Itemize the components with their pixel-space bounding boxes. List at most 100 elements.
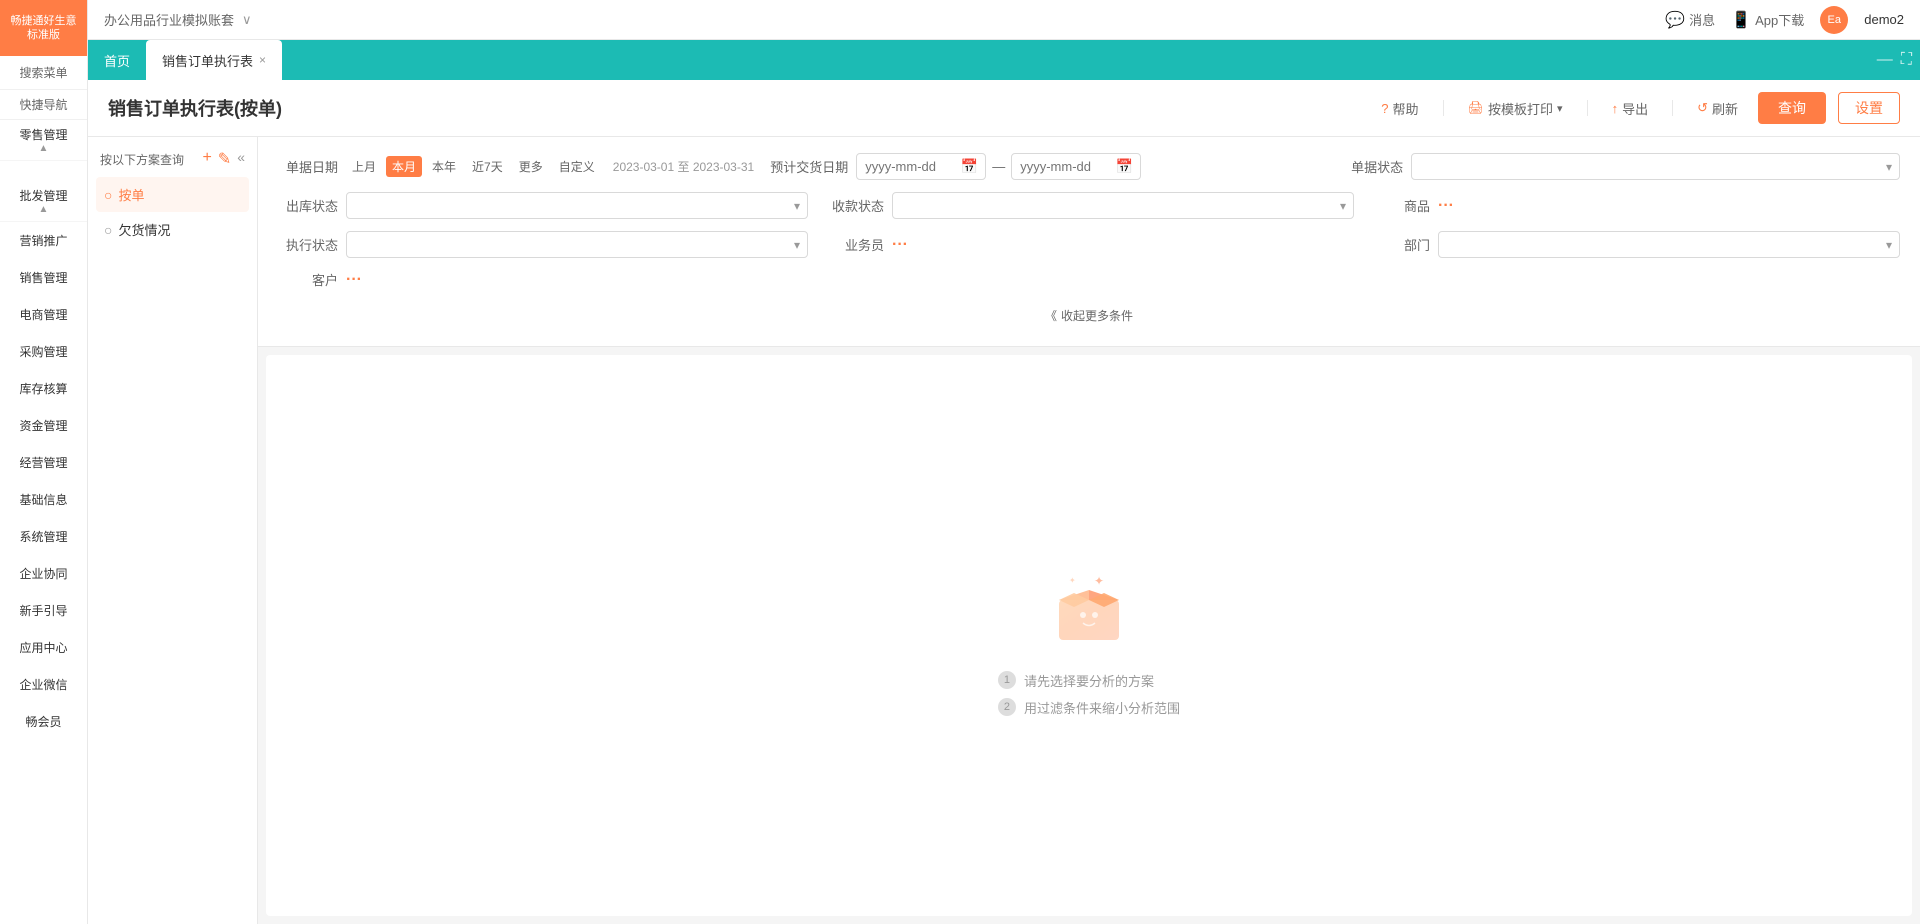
date-filter-label: 单据日期 bbox=[278, 157, 338, 176]
by-order-icon: ○ bbox=[104, 187, 112, 203]
sidebar-item-member-label: 畅会员 bbox=[25, 713, 61, 730]
sidebar-item-newbie-label: 新手引导 bbox=[19, 602, 67, 619]
sidebar-item-finance[interactable]: 资金管理 bbox=[0, 407, 87, 444]
expected-date-label: 预计交货日期 bbox=[770, 157, 848, 176]
sidebar-item-enterprise[interactable]: 企业协同 bbox=[0, 555, 87, 592]
print-button[interactable]: 🖨 按模板打印 ▾ bbox=[1460, 95, 1571, 122]
customer-field: 客户 ··· bbox=[278, 270, 1900, 289]
add-plan-icon[interactable]: + bbox=[202, 149, 211, 169]
expected-date-end-wrap: 📅 bbox=[1011, 153, 1141, 180]
refresh-button[interactable]: ↺ 刷新 bbox=[1689, 95, 1746, 122]
sidebar-item-wechat[interactable]: 企业微信 bbox=[0, 666, 87, 703]
expected-date-end[interactable] bbox=[1011, 153, 1141, 180]
tip-num-2: 2 bbox=[998, 698, 1016, 716]
sidebar-item-wholesale-label: 批发管理 bbox=[19, 187, 67, 204]
left-panel-header: 按以下方案查询 + ✎ « bbox=[96, 149, 249, 169]
export-icon: ↑ bbox=[1612, 101, 1619, 116]
empty-tip-2-text: 用过滤条件来缩小分析范围 bbox=[1024, 698, 1180, 717]
by-order-label: 按单 bbox=[118, 185, 144, 204]
collapse-arrow-icon: 《 bbox=[1045, 307, 1057, 324]
payment-label: 收款状态 bbox=[824, 196, 884, 215]
sidebar-item-appstore-label: 应用中心 bbox=[19, 639, 67, 656]
last-month-btn[interactable]: 上月 bbox=[346, 156, 382, 177]
sidebar-item-appstore[interactable]: 应用中心 bbox=[0, 629, 87, 666]
tab-minimize-icon[interactable]: — bbox=[1877, 51, 1893, 69]
sidebar-item-wechat-label: 企业微信 bbox=[19, 676, 67, 693]
menu-item-shortage[interactable]: ○ 欠货情况 bbox=[96, 212, 249, 247]
collapse-more-btn[interactable]: 《 收起更多条件 bbox=[278, 301, 1900, 330]
execution-select[interactable] bbox=[346, 231, 808, 258]
sidebar-item-member[interactable]: 畅会员 bbox=[0, 703, 87, 740]
help-button[interactable]: ? 帮助 bbox=[1373, 95, 1426, 122]
tab-close-icon[interactable]: × bbox=[259, 53, 266, 67]
department-select[interactable] bbox=[1438, 231, 1900, 258]
sidebar-item-finance-label: 资金管理 bbox=[19, 417, 67, 434]
outbound-select[interactable] bbox=[346, 192, 808, 219]
export-label: 导出 bbox=[1622, 99, 1648, 118]
sidebar-item-basic[interactable]: 基础信息 bbox=[0, 481, 87, 518]
breadcrumb-arrow[interactable]: ∨ bbox=[242, 12, 252, 28]
salesperson-more-icon[interactable]: ··· bbox=[892, 236, 908, 254]
left-panel-title: 按以下方案查询 bbox=[100, 151, 184, 168]
filter-row-4: 客户 ··· bbox=[278, 270, 1900, 289]
empty-area: ✦ ✦ 1 请先选择要分析的方案 2 bbox=[266, 355, 1912, 916]
sidebar-item-wholesale[interactable]: 批发管理 ▲ bbox=[0, 181, 87, 222]
sidebar-item-enterprise-label: 企业协同 bbox=[19, 565, 67, 582]
message-label: 消息 bbox=[1689, 10, 1715, 29]
sidebar-item-system-label: 系统管理 bbox=[19, 528, 67, 545]
user-name[interactable]: demo2 bbox=[1864, 12, 1904, 27]
menu-item-by-order[interactable]: ○ 按单 bbox=[96, 177, 249, 212]
payment-select[interactable] bbox=[892, 192, 1354, 219]
top-header: 办公用品行业模拟账套 ∨ 💬 消息 📱 App下载 Ea demo2 bbox=[88, 0, 1920, 40]
expected-date-start[interactable] bbox=[856, 153, 986, 180]
tab-sales-order[interactable]: 销售订单执行表 × bbox=[146, 40, 282, 80]
app-download-action[interactable]: 📱 App下载 bbox=[1731, 10, 1804, 30]
order-status-field: 单据状态 ▾ bbox=[1343, 153, 1900, 180]
sidebar-item-retail-active[interactable] bbox=[0, 161, 87, 181]
sidebar-logo-subtext: 标准版 bbox=[27, 28, 60, 42]
query-button[interactable]: 查询 bbox=[1758, 92, 1826, 124]
sidebar-item-system[interactable]: 系统管理 bbox=[0, 518, 87, 555]
date-filter-field: 单据日期 上月 本月 本年 近7天 更多 自定义 2023-03-01 至 20… bbox=[278, 156, 754, 177]
export-button[interactable]: ↑ 导出 bbox=[1604, 95, 1657, 122]
sidebar-logo[interactable]: 畅捷通好生意 标准版 bbox=[0, 0, 87, 56]
sidebar-item-sales[interactable]: 销售管理 bbox=[0, 259, 87, 296]
this-month-btn[interactable]: 本月 bbox=[386, 156, 422, 177]
sidebar-item-purchase[interactable]: 采购管理 bbox=[0, 333, 87, 370]
collapse-more-label: 收起更多条件 bbox=[1061, 307, 1133, 324]
edit-plan-icon[interactable]: ✎ bbox=[218, 149, 231, 169]
customer-more-icon[interactable]: ··· bbox=[346, 271, 362, 289]
collapse-panel-icon[interactable]: « bbox=[237, 149, 245, 169]
sidebar-quick-nav[interactable]: 快捷导航 bbox=[0, 90, 87, 120]
more-btn[interactable]: 更多 bbox=[513, 156, 549, 177]
print-dropdown-arrow: ▾ bbox=[1557, 102, 1563, 115]
message-action[interactable]: 💬 消息 bbox=[1665, 10, 1715, 30]
message-icon: 💬 bbox=[1665, 10, 1685, 30]
sidebar-item-retail[interactable]: 零售管理 ▲ bbox=[0, 120, 87, 161]
sidebar-item-ecommerce[interactable]: 电商管理 bbox=[0, 296, 87, 333]
tab-maximize-icon[interactable]: ⛶ bbox=[1901, 51, 1912, 69]
sidebar-item-marketing[interactable]: 营销推广 bbox=[0, 222, 87, 259]
department-label: 部门 bbox=[1370, 235, 1430, 254]
department-select-wrap: ▾ bbox=[1438, 231, 1900, 258]
print-icon: 🖨 bbox=[1468, 100, 1485, 116]
sidebar-item-inventory[interactable]: 库存核算 bbox=[0, 370, 87, 407]
divider-2 bbox=[1587, 100, 1588, 116]
sidebar-item-newbie[interactable]: 新手引导 bbox=[0, 592, 87, 629]
settings-button[interactable]: 设置 bbox=[1838, 92, 1900, 124]
order-status-select-wrap: ▾ bbox=[1411, 153, 1900, 180]
this-year-btn[interactable]: 本年 bbox=[426, 156, 462, 177]
order-status-select[interactable] bbox=[1411, 153, 1900, 180]
sidebar-search[interactable]: 搜索菜单 bbox=[0, 56, 87, 90]
date-range-display: 2023-03-01 至 2023-03-31 bbox=[613, 158, 754, 175]
main-body: 按以下方案查询 + ✎ « ○ 按单 ○ 欠货情况 bbox=[88, 137, 1920, 924]
execution-select-wrap: ▾ bbox=[346, 231, 808, 258]
custom-btn[interactable]: 自定义 bbox=[553, 156, 601, 177]
goods-more-icon[interactable]: ··· bbox=[1438, 197, 1454, 215]
last7days-btn[interactable]: 近7天 bbox=[466, 156, 509, 177]
sidebar-item-basic-label: 基础信息 bbox=[19, 491, 67, 508]
user-avatar[interactable]: Ea bbox=[1820, 6, 1848, 34]
sidebar-item-operations[interactable]: 经营管理 bbox=[0, 444, 87, 481]
tab-home[interactable]: 首页 bbox=[88, 40, 146, 80]
refresh-label: 刷新 bbox=[1712, 99, 1738, 118]
